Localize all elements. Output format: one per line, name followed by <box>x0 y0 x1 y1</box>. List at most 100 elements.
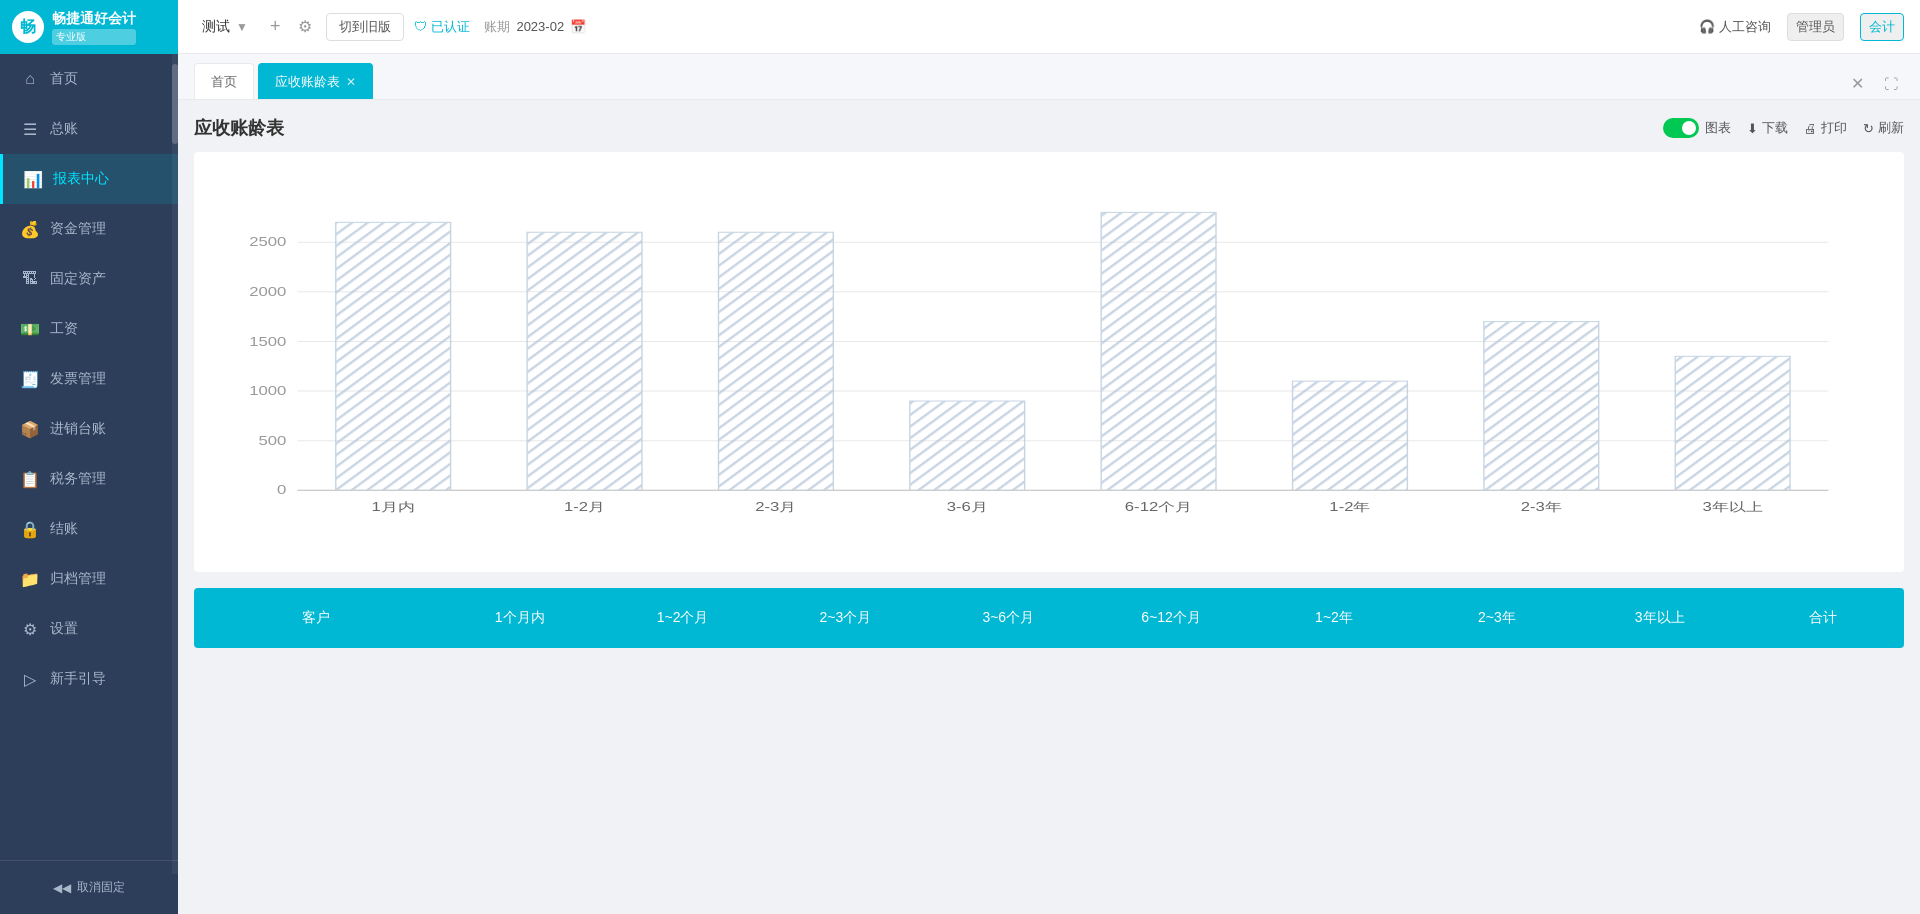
svg-rect-30 <box>1293 381 1408 490</box>
role-button[interactable]: 会计 <box>1860 13 1904 41</box>
sidebar-label-tax: 税务管理 <box>50 470 106 488</box>
window-expand-icon[interactable]: ⛶ <box>1878 74 1904 94</box>
svg-text:0: 0 <box>277 484 286 497</box>
refresh-icon: ↻ <box>1863 121 1874 136</box>
page-title: 应收账龄表 <box>194 116 284 140</box>
chart-toggle[interactable]: 图表 <box>1663 118 1731 138</box>
period-value: 2023-02 <box>516 19 564 34</box>
svg-text:3年以上: 3年以上 <box>1702 500 1762 513</box>
svg-text:1500: 1500 <box>249 335 286 348</box>
svg-rect-24 <box>718 232 833 490</box>
sidebar-icon-tax: 📋 <box>20 470 40 489</box>
sidebar-nav: ⌂ 首页 ☰ 总账 📊 报表中心 💰 资金管理 🏗 固定资产 💵 工资 🧾 发票… <box>0 54 178 860</box>
table-header-cell: 2~3个月 <box>764 588 927 648</box>
toggle-switch[interactable] <box>1663 118 1699 138</box>
svg-text:1000: 1000 <box>249 384 286 397</box>
logo-badge: 专业版 <box>52 29 136 45</box>
print-icon: 🖨 <box>1804 121 1817 136</box>
svg-rect-26 <box>910 401 1025 490</box>
sidebar-label-assets: 固定资产 <box>50 270 106 288</box>
svg-rect-20 <box>336 222 451 490</box>
sidebar-logo: 畅 畅捷通好会计 专业版 <box>0 0 178 54</box>
logo-name: 畅捷通好会计 <box>52 9 136 27</box>
sidebar-item-settings[interactable]: ⚙ 设置 <box>0 604 178 654</box>
table-header-cell: 2~3年 <box>1415 588 1578 648</box>
consult-button[interactable]: 🎧 人工咨询 <box>1699 18 1771 36</box>
print-button[interactable]: 🖨 打印 <box>1804 119 1847 137</box>
table-header-cell: 3年以上 <box>1578 588 1741 648</box>
settings-icon[interactable]: ⚙ <box>294 13 316 40</box>
cancel-fixed-button[interactable]: ◀◀ 取消固定 <box>0 871 178 904</box>
bar-chart: 050010001500200025001月内1-2月2-3月3-6月6-12个… <box>214 172 1884 552</box>
old-version-button[interactable]: 切到旧版 <box>326 13 404 41</box>
tab-home[interactable]: 首页 <box>194 63 254 99</box>
sidebar-label-funds: 资金管理 <box>50 220 106 238</box>
admin-button[interactable]: 管理员 <box>1787 13 1844 41</box>
sidebar-icon-funds: 💰 <box>20 220 40 239</box>
sidebar-label-settings: 设置 <box>50 620 78 638</box>
sidebar-item-inventory[interactable]: 📦 进销台账 <box>0 404 178 454</box>
topbar: 测试 ▼ + ⚙ 切到旧版 🛡 已认证 账期 2023-02 📅 🎧 人工咨询 … <box>178 0 1920 54</box>
sidebar-item-archive[interactable]: 📁 归档管理 <box>0 554 178 604</box>
logo-icon: 畅 <box>12 11 44 43</box>
sidebar-item-invoice[interactable]: 🧾 发票管理 <box>0 354 178 404</box>
download-button[interactable]: ⬇ 下载 <box>1747 119 1788 137</box>
period-selector[interactable]: 账期 2023-02 📅 <box>484 18 586 36</box>
sidebar-item-ledger[interactable]: ☰ 总账 <box>0 104 178 154</box>
sidebar-label-home: 首页 <box>50 70 78 88</box>
tab-home-label: 首页 <box>211 73 237 91</box>
cancel-fixed-icon: ◀◀ <box>53 881 71 895</box>
tab-close-icon[interactable]: ✕ <box>346 75 356 89</box>
table-header-cell: 1个月内 <box>438 588 601 648</box>
sidebar-item-salary[interactable]: 💵 工资 <box>0 304 178 354</box>
sidebar-item-tax[interactable]: 📋 税务管理 <box>0 454 178 504</box>
tab-ar-aging-label: 应收账龄表 <box>275 73 340 91</box>
sidebar-scrollbar[interactable] <box>172 54 178 874</box>
company-selector[interactable]: 测试 ▼ <box>194 14 256 40</box>
sidebar-bottom: ◀◀ 取消固定 <box>0 860 178 914</box>
cancel-fixed-label: 取消固定 <box>77 879 125 896</box>
tabbar: 首页 应收账龄表 ✕ ✕ ⛶ <box>178 54 1920 100</box>
add-company-button[interactable]: + <box>266 12 285 41</box>
sidebar-label-reports: 报表中心 <box>53 170 109 188</box>
sidebar-icon-assets: 🏗 <box>20 270 40 288</box>
svg-rect-32 <box>1484 322 1599 491</box>
svg-text:2000: 2000 <box>249 285 286 298</box>
sidebar-label-archive: 归档管理 <box>50 570 106 588</box>
sidebar-label-salary: 工资 <box>50 320 78 338</box>
sidebar-item-closing[interactable]: 🔒 结账 <box>0 504 178 554</box>
refresh-button[interactable]: ↻ 刷新 <box>1863 119 1904 137</box>
tabbar-actions: ✕ ⛶ <box>1845 72 1904 99</box>
sidebar-item-reports[interactable]: 📊 报表中心 <box>0 154 178 204</box>
sidebar-icon-closing: 🔒 <box>20 520 40 539</box>
svg-text:1月内: 1月内 <box>371 500 414 513</box>
svg-rect-28 <box>1101 212 1216 490</box>
svg-text:2-3月: 2-3月 <box>755 500 796 513</box>
sidebar-item-home[interactable]: ⌂ 首页 <box>0 54 178 104</box>
tab-ar-aging[interactable]: 应收账龄表 ✕ <box>258 63 373 99</box>
company-chevron-icon: ▼ <box>236 20 248 34</box>
sidebar-item-assets[interactable]: 🏗 固定资产 <box>0 254 178 304</box>
sidebar-label-inventory: 进销台账 <box>50 420 106 438</box>
table-header-cell: 合计 <box>1741 588 1904 648</box>
sidebar-icon-guide: ▷ <box>20 670 40 689</box>
certified-label: 已认证 <box>431 18 470 36</box>
svg-text:3-6月: 3-6月 <box>947 500 988 513</box>
download-icon: ⬇ <box>1747 121 1758 136</box>
table-header: 客户1个月内1~2个月2~3个月3~6个月6~12个月1~2年2~3年3年以上合… <box>194 588 1904 648</box>
sidebar-item-funds[interactable]: 💰 资金管理 <box>0 204 178 254</box>
chart-toggle-label: 图表 <box>1705 119 1731 137</box>
svg-rect-22 <box>527 232 642 490</box>
page-header: 应收账龄表 图表 ⬇ 下载 🖨 打印 ↻ 刷新 <box>194 116 1904 140</box>
svg-text:1-2月: 1-2月 <box>564 500 605 513</box>
window-close-icon[interactable]: ✕ <box>1845 72 1870 95</box>
svg-text:6-12个月: 6-12个月 <box>1125 500 1193 513</box>
sidebar-icon-salary: 💵 <box>20 320 40 339</box>
table-header-cell: 客户 <box>194 588 438 648</box>
sidebar-label-guide: 新手引导 <box>50 670 106 688</box>
calendar-icon: 📅 <box>570 19 586 34</box>
svg-text:1-2年: 1-2年 <box>1329 500 1370 513</box>
table-container: 客户1个月内1~2个月2~3个月3~6个月6~12个月1~2年2~3年3年以上合… <box>194 588 1904 648</box>
sidebar-icon-ledger: ☰ <box>20 120 40 139</box>
sidebar-item-guide[interactable]: ▷ 新手引导 <box>0 654 178 704</box>
